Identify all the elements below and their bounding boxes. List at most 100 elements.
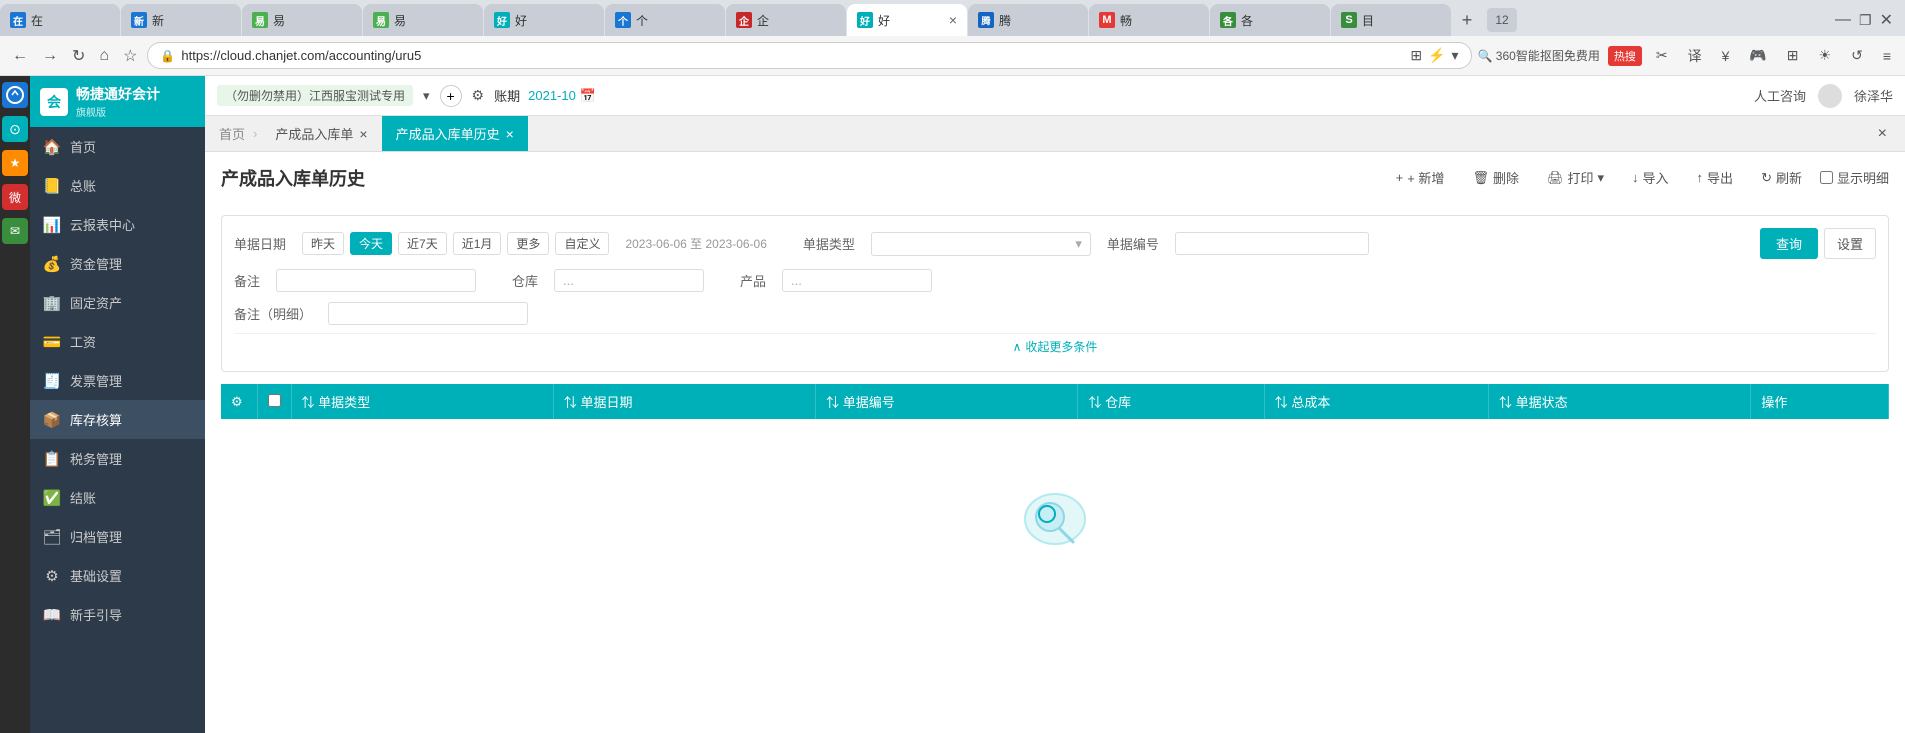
app-name: 畅捷通好会计 [76,84,160,104]
import-icon: ↓ [1632,170,1639,185]
window-minimize-btn[interactable]: — [1835,11,1851,29]
theme-btn[interactable]: ☀ [1813,43,1838,68]
ssl-icon: 🔒 [160,49,175,63]
topbar-settings-button[interactable]: ⚙ [472,87,485,104]
back-button[interactable]: ← [8,43,32,69]
sidebar-icon-blue[interactable]: ⊙ [2,116,28,142]
tab-close-8[interactable]: × [949,12,957,28]
remark-filter-input[interactable] [276,269,476,292]
consult-label[interactable]: 人工咨询 [1754,86,1806,105]
browser-tab-11[interactable]: 各 各 [1210,4,1330,36]
nav-item-closing[interactable]: ✅ 结账 [30,478,205,517]
import-button[interactable]: ↓ 导入 [1622,164,1679,191]
th-warehouse[interactable]: ⇅ 仓库 [1078,384,1264,419]
game-btn[interactable]: 🎮 [1743,43,1772,68]
detail-remark-input[interactable] [328,302,528,325]
window-close-btn[interactable]: ✕ [1880,10,1893,30]
th-type[interactable]: ⇅ 单据类型 [291,384,553,419]
nav-item-settings[interactable]: ⚙ 基础设置 [30,556,205,595]
lightning-icon: ⚡ [1428,47,1445,64]
date-btn-1month[interactable]: 近1月 [453,232,502,255]
sidebar-icon-chanjet[interactable] [2,82,28,108]
invoice-icon: 🧾 [42,372,62,390]
sidebar-icon-green-mail[interactable]: ✉ [2,218,28,244]
nav-item-inventory[interactable]: 📦 库存核算 [30,400,205,439]
sidebar-icon-red[interactable]: 微 [2,184,28,210]
nav-item-home[interactable]: 🏠 首页 [30,127,205,166]
address-bar[interactable]: 🔒 https://cloud.chanjet.com/accounting/u… [147,42,1471,69]
nav-item-funds[interactable]: 💰 资金管理 [30,244,205,283]
nav-sidebar-header: 会 畅捷通好会计 旗舰版 [30,76,205,127]
export-button[interactable]: ↑ 导出 [1687,164,1744,191]
calendar-icon[interactable]: 📅 [580,88,596,104]
bookmark-button[interactable]: ☆ [119,42,141,70]
collapse-bar[interactable]: ∧ 收起更多条件 [234,333,1876,359]
print-button[interactable]: 🖨 打印 ▾ [1537,164,1614,191]
nav-item-ledger[interactable]: 📒 总账 [30,166,205,205]
th-checkbox[interactable] [257,384,291,419]
refresh-action-button[interactable]: ↻ 刷新 [1751,164,1812,191]
yuan-btn[interactable]: ¥ [1716,44,1736,68]
th-date[interactable]: ⇅ 单据日期 [553,384,815,419]
setting-button[interactable]: 设置 [1824,228,1876,259]
browser-tab-3[interactable]: 易 易 [242,4,362,36]
apps-btn[interactable]: ⊞ [1781,43,1805,68]
new-tab-button[interactable]: + [1452,4,1482,36]
nav-item-invoice[interactable]: 🧾 发票管理 [30,361,205,400]
dropdown-icon[interactable]: ▾ [1451,47,1458,64]
browser-tab-6[interactable]: 个 个 [605,4,725,36]
warehouse-filter-select[interactable]: ... [554,269,704,292]
date-btn-more[interactable]: 更多 [507,232,549,255]
th-cost[interactable]: ⇅ 总成本 [1264,384,1488,419]
add-company-button[interactable]: + [440,85,462,107]
nav-item-archive[interactable]: 🗂 归档管理 [30,517,205,556]
browser-tab-9[interactable]: 腾 腾 [968,4,1088,36]
translate-btn[interactable]: 译 [1682,42,1708,70]
th-number[interactable]: ⇅ 单据编号 [816,384,1078,419]
forward-button[interactable]: → [38,43,62,69]
browser-tab-4[interactable]: 易 易 [363,4,483,36]
page-tab-2-close[interactable]: × [506,126,514,142]
topbar-dropdown-icon[interactable]: ▾ [423,88,430,104]
date-btn-today[interactable]: 今天 [350,232,392,255]
th-status[interactable]: ⇅ 单据状态 [1489,384,1751,419]
browser-tab-5[interactable]: 好 好 [484,4,604,36]
query-button[interactable]: 查询 [1760,228,1818,259]
page-tab-1[interactable]: 产成品入库单 × [261,116,381,151]
nav-item-guide[interactable]: 📖 新手引导 [30,595,205,634]
page-tab-2[interactable]: 产成品入库单历史 × [382,116,528,151]
scissors-btn[interactable]: ✂ [1650,43,1674,68]
display-detail-checkbox-label[interactable]: 显示明细 [1820,168,1889,187]
panel-close-btn[interactable]: × [1870,121,1895,147]
select-all-checkbox[interactable] [268,394,281,407]
th-settings[interactable]: ⚙ [221,384,257,419]
browser-tab-10[interactable]: M 畅 [1089,4,1209,36]
browser-tab-8[interactable]: 好 好 × [847,4,967,36]
product-filter-select[interactable]: ... [782,269,932,292]
window-restore-btn[interactable]: ❐ [1859,12,1872,29]
date-btn-custom[interactable]: 自定义 [555,232,609,255]
page-tab-1-close[interactable]: × [359,126,367,142]
display-detail-checkbox[interactable] [1820,171,1833,184]
browser-tab-2[interactable]: 新 新 [121,4,241,36]
nav-item-assets[interactable]: 🏢 固定资产 [30,283,205,322]
browser-tab-7[interactable]: 企 企 [726,4,846,36]
nav-item-tax[interactable]: 📋 税务管理 [30,439,205,478]
date-btn-7days[interactable]: 近7天 [398,232,447,255]
date-btn-yesterday[interactable]: 昨天 [302,232,344,255]
refresh-button[interactable]: ↻ [68,42,89,70]
menu-btn[interactable]: ≡ [1877,44,1897,68]
nav-label-ledger: 总账 [70,176,96,195]
browser-tab-12[interactable]: S 目 [1331,4,1451,36]
nav-item-salary[interactable]: 💳 工资 [30,322,205,361]
browser-tab-1[interactable]: 在 在 [0,4,120,36]
undo-btn[interactable]: ↺ [1845,43,1869,68]
sidebar-icon-orange[interactable]: ★ [2,150,28,176]
nav-item-reports[interactable]: 📊 云报表中心 [30,205,205,244]
tab-title-5: 好 [515,12,594,29]
home-button[interactable]: ⌂ [95,43,113,69]
delete-button[interactable]: 🗑 删除 [1462,164,1529,191]
number-filter-input[interactable] [1175,232,1369,255]
add-button[interactable]: + + 新增 [1386,164,1455,191]
type-filter-select[interactable]: ▾ [871,232,1091,256]
